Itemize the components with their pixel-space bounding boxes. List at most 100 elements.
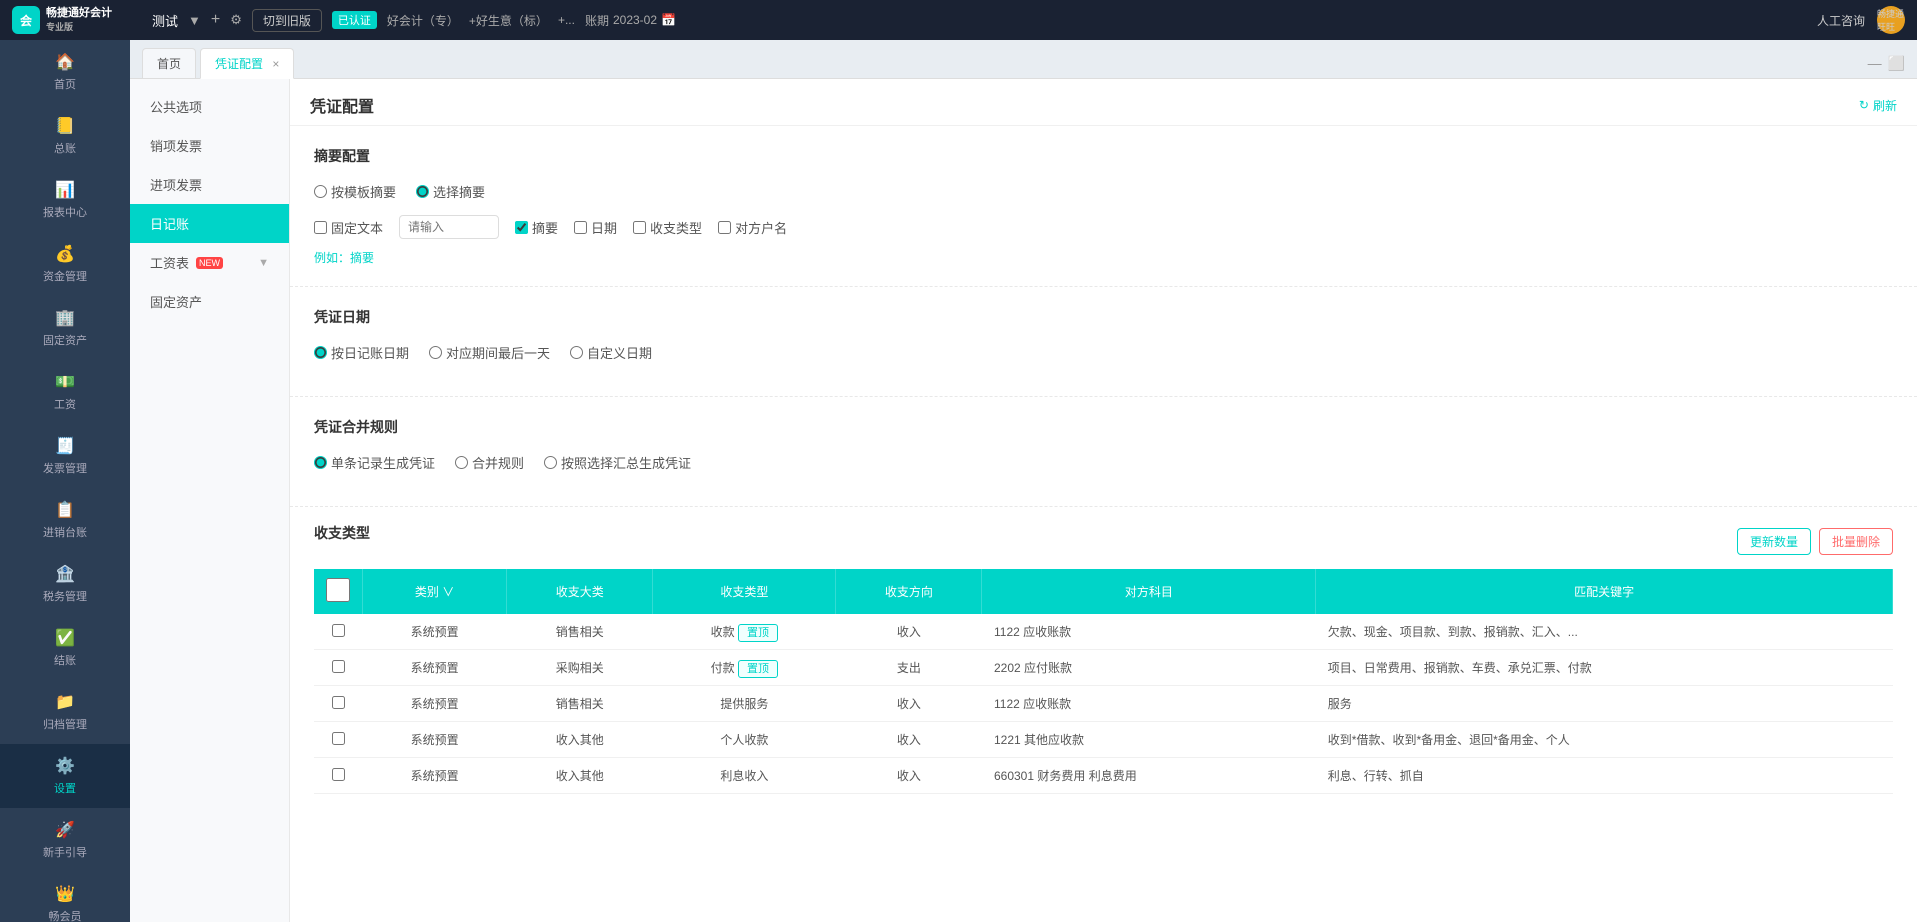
left-nav-fixed-assets-config[interactable]: 固定资产: [130, 282, 289, 321]
checkbox-counterparty[interactable]: 对方户名: [718, 218, 787, 237]
left-nav-payroll-table[interactable]: 工资表 NEW ▼: [130, 243, 289, 282]
archive-icon: 📁: [55, 692, 75, 712]
row-checkbox-3[interactable]: [332, 696, 345, 709]
radio-select-input[interactable]: [416, 185, 429, 198]
sidebar-item-home[interactable]: 🏠 首页: [0, 40, 130, 104]
add-button[interactable]: +: [211, 11, 220, 29]
sidebar-item-closing[interactable]: ✅ 结账: [0, 616, 130, 680]
maximize-button[interactable]: ⬜: [1888, 55, 1905, 72]
left-nav: 公共选项 销项发票 进项发票 日记账 工资表 NEW ▼ 固定资产: [130, 79, 290, 922]
left-nav-journal[interactable]: 日记账: [130, 204, 289, 243]
th-big-category: 收支大类: [507, 569, 653, 614]
radio-template-input[interactable]: [314, 185, 327, 198]
tab-home[interactable]: 首页: [142, 48, 196, 78]
row-checkbox-4[interactable]: [332, 732, 345, 745]
checkbox-income-type-input[interactable]: [633, 221, 646, 234]
checkbox-fixed-text[interactable]: 固定文本: [314, 218, 383, 237]
cell-big-cat-4: 收入其他: [507, 722, 653, 758]
refresh-button[interactable]: ↻ 刷新: [1859, 97, 1897, 114]
radio-merge[interactable]: 合并规则: [455, 453, 524, 472]
cell-keywords-4: 收到*借款、收到*备用金、退回*备用金、个人: [1316, 722, 1893, 758]
cell-direction-5: 收入: [836, 758, 982, 794]
checkbox-counterparty-input[interactable]: [718, 221, 731, 234]
sidebar-item-payroll[interactable]: 💵 工资: [0, 360, 130, 424]
radio-daily-date-input[interactable]: [314, 346, 327, 359]
consultant-link[interactable]: 人工咨询: [1817, 12, 1865, 29]
income-expense-title: 收支类型: [314, 523, 370, 543]
sidebar-item-invoice[interactable]: 🧾 发票管理: [0, 424, 130, 488]
left-nav-sales-invoice[interactable]: 销项发票: [130, 126, 289, 165]
cell-direction-4: 收入: [836, 722, 982, 758]
radio-single-input[interactable]: [314, 456, 327, 469]
cell-direction-1: 收入: [836, 614, 982, 650]
checkbox-summary-input[interactable]: [515, 221, 528, 234]
select-all-checkbox[interactable]: [326, 578, 350, 602]
sidebar-item-member[interactable]: 👑 畅会员: [0, 872, 130, 922]
sidebar-item-ledger[interactable]: 📒 总账: [0, 104, 130, 168]
radio-merge-input[interactable]: [455, 456, 468, 469]
cell-big-cat-2: 采购相关: [507, 650, 653, 686]
checkbox-group: 固定文本 摘要 日期 收支类型: [314, 215, 1893, 239]
top-badge-1[interactable]: 置顶: [738, 624, 778, 642]
checkbox-date-input[interactable]: [574, 221, 587, 234]
sidebar-item-fund[interactable]: 💰 资金管理: [0, 232, 130, 296]
user-avatar[interactable]: 畅捷通旺旺: [1877, 6, 1905, 34]
table-row: 系统预置 销售相关 收款 置顶 收入 1122 应收账款 欠款、现金、项目款、到…: [314, 614, 1893, 650]
left-nav-public[interactable]: 公共选项: [130, 87, 289, 126]
tab-close-icon[interactable]: ×: [272, 57, 279, 71]
radio-summary-voucher-input[interactable]: [544, 456, 557, 469]
radio-template[interactable]: 按模板摘要: [314, 182, 396, 201]
top-badge-2[interactable]: 置顶: [738, 660, 778, 678]
update-button[interactable]: 更新数量: [1737, 528, 1811, 555]
th-checkbox[interactable]: [314, 569, 363, 614]
row-checkbox-5[interactable]: [332, 768, 345, 781]
table-row: 系统预置 销售相关 提供服务 收入 1122 应收账款 服务: [314, 686, 1893, 722]
sidebar-item-report[interactable]: 📊 报表中心: [0, 168, 130, 232]
sidebar-item-archive[interactable]: 📁 归档管理: [0, 680, 130, 744]
cell-big-cat-5: 收入其他: [507, 758, 653, 794]
cell-direction-3: 收入: [836, 686, 982, 722]
sidebar-label-payroll: 工资: [54, 396, 76, 412]
row-checkbox-1[interactable]: [332, 624, 345, 637]
checkbox-income-type[interactable]: 收支类型: [633, 218, 702, 237]
sidebar-item-stock[interactable]: 📋 进销台账: [0, 488, 130, 552]
cell-keywords-1: 欠款、现金、项目款、到款、报销款、汇入、...: [1316, 614, 1893, 650]
radio-summary-voucher[interactable]: 按照选择汇总生成凭证: [544, 453, 691, 472]
table-actions: 更新数量 批量删除: [1737, 528, 1893, 555]
company-dropdown-icon[interactable]: ▼: [188, 13, 201, 28]
sidebar-label-report: 报表中心: [43, 204, 87, 220]
radio-custom-date-input[interactable]: [570, 346, 583, 359]
checkbox-fixed-text-input[interactable]: [314, 221, 327, 234]
topbar: 会 畅捷通好会计 专业版 测试 ▼ + ⚙ 切到旧版 已认证 好会计（专） +好…: [0, 0, 1917, 40]
fixed-assets-icon: 🏢: [55, 308, 75, 328]
radio-last-day-input[interactable]: [429, 346, 442, 359]
radio-single[interactable]: 单条记录生成凭证: [314, 453, 435, 472]
cell-subject-1: 1122 应收账款: [982, 614, 1316, 650]
radio-last-day[interactable]: 对应期间最后一天: [429, 343, 550, 362]
report-icon: 📊: [55, 180, 75, 200]
good-business-label: +好生意（标）: [469, 12, 548, 29]
fixed-text-input[interactable]: [399, 215, 499, 239]
company-name: 测试: [152, 11, 178, 30]
row-checkbox-2[interactable]: [332, 660, 345, 673]
checkbox-summary[interactable]: 摘要: [515, 218, 558, 237]
calendar-icon[interactable]: 📅: [661, 13, 676, 27]
switch-old-version-button[interactable]: 切到旧版: [252, 9, 322, 32]
checkbox-date[interactable]: 日期: [574, 218, 617, 237]
radio-daily-date[interactable]: 按日记账日期: [314, 343, 409, 362]
sidebar-item-guide[interactable]: 🚀 新手引导: [0, 808, 130, 872]
radio-custom-date[interactable]: 自定义日期: [570, 343, 652, 362]
sidebar-label-fund: 资金管理: [43, 268, 87, 284]
cell-keywords-3: 服务: [1316, 686, 1893, 722]
left-nav-purchase-invoice[interactable]: 进项发票: [130, 165, 289, 204]
bulk-delete-button[interactable]: 批量删除: [1819, 528, 1893, 555]
tab-voucher-config[interactable]: 凭证配置 ×: [200, 48, 294, 79]
radio-select[interactable]: 选择摘要: [416, 182, 485, 201]
sidebar-item-settings[interactable]: ⚙️ 设置: [0, 744, 130, 808]
settings-icon[interactable]: ⚙: [230, 12, 242, 28]
sidebar-item-fixed-assets[interactable]: 🏢 固定资产: [0, 296, 130, 360]
example-text: 例如：摘要: [314, 249, 1893, 266]
sidebar-label-member: 畅会员: [49, 908, 82, 922]
sidebar-item-tax[interactable]: 🏦 税务管理: [0, 552, 130, 616]
minimize-button[interactable]: —: [1868, 55, 1882, 72]
